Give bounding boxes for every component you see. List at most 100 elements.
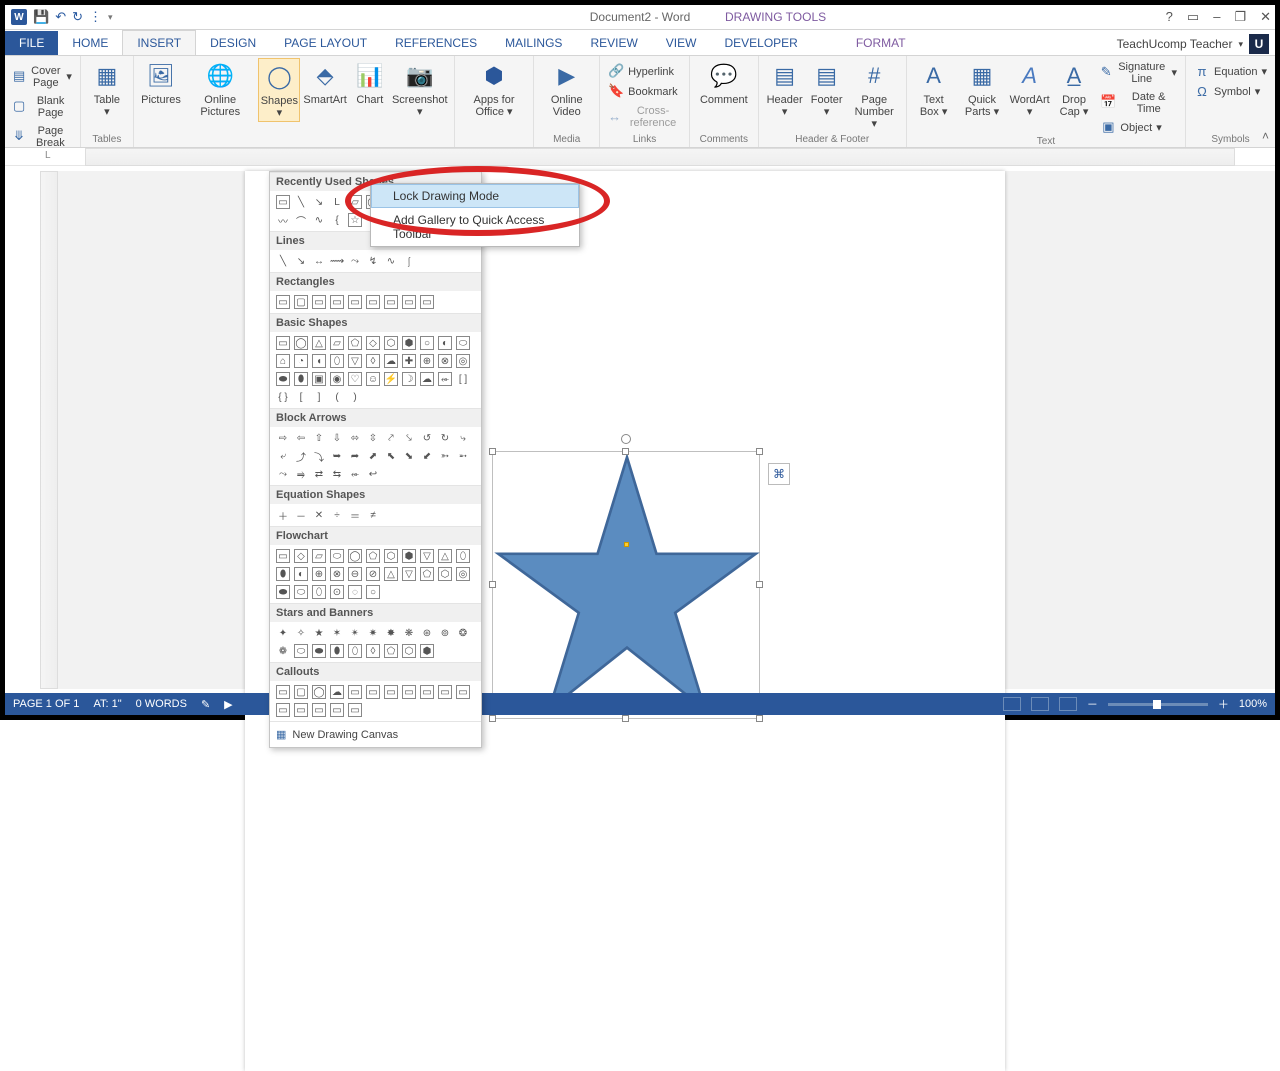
blank-page-button[interactable]: ▢Blank Page <box>11 92 74 120</box>
shape-item[interactable]: ⬬ <box>276 585 290 599</box>
shape-item[interactable]: ➳ <box>438 449 452 463</box>
shape-item[interactable]: ⟿ <box>330 254 344 268</box>
shape-item[interactable]: ⬡ <box>438 567 452 581</box>
zoom-level[interactable]: 100% <box>1239 698 1267 710</box>
shape-item[interactable]: ▭ <box>276 685 290 699</box>
shape-item[interactable]: ▭ <box>330 295 344 309</box>
shape-item[interactable]: ⤳ <box>348 254 362 268</box>
shape-item[interactable]: ✴ <box>348 626 362 640</box>
shape-selection-bounds[interactable] <box>492 451 760 719</box>
shape-item[interactable]: ▽ <box>402 567 416 581</box>
shape-item[interactable]: ≠ <box>366 508 380 522</box>
shape-item[interactable]: ⇨ <box>276 431 290 445</box>
shape-item[interactable]: ⇧ <box>312 431 326 445</box>
qat-dropdown-icon[interactable]: ▾ <box>108 12 113 23</box>
shape-item[interactable]: ⬭ <box>330 549 344 563</box>
resize-handle[interactable] <box>756 581 763 588</box>
tab-page-layout[interactable]: PAGE LAYOUT <box>270 31 381 55</box>
bookmark-button[interactable]: 🔖Bookmark <box>606 82 680 100</box>
shape-item[interactable]: ↘ <box>294 254 308 268</box>
shape-item[interactable]: ☺ <box>366 372 380 386</box>
shape-item[interactable]: ⤥ <box>402 431 416 445</box>
shape-item[interactable]: ◯ <box>312 685 326 699</box>
shape-item[interactable]: ▭ <box>438 685 452 699</box>
word-count[interactable]: 0 WORDS <box>136 698 187 710</box>
shape-item[interactable]: ↩ <box>366 467 380 481</box>
shape-item[interactable]: ◎ <box>456 567 470 581</box>
hyperlink-button[interactable]: 🔗Hyperlink <box>606 62 676 80</box>
shape-item[interactable]: ▽ <box>420 549 434 563</box>
shape-item[interactable]: ⬄ <box>348 431 362 445</box>
shape-item[interactable]: ⬭ <box>294 585 308 599</box>
shape-item[interactable]: ◊ <box>366 354 380 368</box>
shape-item[interactable]: ☆ <box>348 213 362 227</box>
shape-item[interactable]: ⬡ <box>402 644 416 658</box>
signature-line-button[interactable]: ✎Signature Line ▾ <box>1098 58 1179 86</box>
shape-item[interactable]: ⬋ <box>420 449 434 463</box>
shape-item[interactable]: ✸ <box>384 626 398 640</box>
shape-item[interactable]: ⬭ <box>294 644 308 658</box>
zoom-thumb[interactable] <box>1153 700 1161 709</box>
shape-item[interactable]: ⚡ <box>384 372 398 386</box>
shape-item[interactable]: ⬮ <box>294 372 308 386</box>
shape-item[interactable]: { } <box>276 390 290 404</box>
table-button[interactable]: ▦Table▾ <box>87 58 127 120</box>
shape-item[interactable]: ⇳ <box>366 431 380 445</box>
shape-item[interactable]: ⬢ <box>420 644 434 658</box>
shape-item[interactable]: ◇ <box>294 549 308 563</box>
shape-item[interactable]: ⊚ <box>438 626 452 640</box>
save-icon[interactable]: 💾 <box>33 9 49 25</box>
shape-item[interactable]: ▭ <box>384 685 398 699</box>
tab-file[interactable]: FILE <box>5 31 58 55</box>
shape-item[interactable]: ⬉ <box>384 449 398 463</box>
shape-item[interactable]: ▭ <box>456 685 470 699</box>
shape-item[interactable]: ⇩ <box>330 431 344 445</box>
shape-item[interactable]: ↻ <box>438 431 452 445</box>
read-mode-icon[interactable] <box>1003 697 1021 711</box>
shape-item[interactable]: ▭ <box>276 195 290 209</box>
ribbon-display-options-icon[interactable]: ▭ <box>1187 9 1199 25</box>
shape-item[interactable]: ⬰ <box>438 372 452 386</box>
shape-item[interactable]: ★ <box>312 626 326 640</box>
zoom-out-icon[interactable]: － <box>1087 696 1098 712</box>
shape-item[interactable]: ⤤ <box>384 431 398 445</box>
shape-item[interactable]: ⇦ <box>294 431 308 445</box>
shape-item[interactable]: ▭ <box>330 703 344 717</box>
shape-item[interactable]: ◎ <box>456 354 470 368</box>
shape-item[interactable]: ▭ <box>348 703 362 717</box>
resize-handle[interactable] <box>622 448 629 455</box>
shape-item[interactable]: ❂ <box>456 626 470 640</box>
shape-item[interactable]: ▭ <box>312 703 326 717</box>
shape-item[interactable]: ▭ <box>420 295 434 309</box>
shape-item[interactable]: ✷ <box>366 626 380 640</box>
print-layout-icon[interactable] <box>1031 697 1049 711</box>
shape-item[interactable]: ▭ <box>348 685 362 699</box>
vertical-ruler[interactable] <box>40 171 58 689</box>
shape-item[interactable]: ⤷ <box>456 431 470 445</box>
cross-reference-button[interactable]: ↔Cross-reference <box>606 102 683 130</box>
rotate-handle[interactable] <box>621 434 631 444</box>
quick-parts-button[interactable]: ▦Quick Parts ▾ <box>956 58 1007 120</box>
spellcheck-icon[interactable]: ✎ <box>201 698 210 711</box>
shape-item[interactable]: ⤶ <box>276 449 290 463</box>
shape-item[interactable]: ✕ <box>312 508 326 522</box>
redo-icon[interactable]: ↻ <box>72 9 83 25</box>
shape-item[interactable]: ◯ <box>294 336 308 350</box>
shape-adjust-handle[interactable] <box>624 542 629 547</box>
shape-item[interactable]: ⊗ <box>330 567 344 581</box>
shape-item[interactable]: ⬢ <box>402 549 416 563</box>
shape-item[interactable]: ＋ <box>276 508 290 522</box>
drop-cap-button[interactable]: A̲Drop Cap ▾ <box>1052 58 1097 120</box>
help-icon[interactable]: ? <box>1166 9 1173 25</box>
shape-item[interactable]: ☁ <box>420 372 434 386</box>
shape-item[interactable]: ⊘ <box>366 567 380 581</box>
shape-item[interactable]: ○ <box>420 336 434 350</box>
shape-item[interactable]: △ <box>384 567 398 581</box>
shape-item[interactable]: ▭ <box>366 685 380 699</box>
shape-item[interactable]: ⬭ <box>456 336 470 350</box>
shape-item[interactable]: ╲ <box>294 195 308 209</box>
shape-item[interactable]: 〰 <box>276 213 290 227</box>
shape-item[interactable]: ↔ <box>312 254 326 268</box>
tab-references[interactable]: REFERENCES <box>381 31 491 55</box>
shape-item[interactable]: △ <box>312 336 326 350</box>
